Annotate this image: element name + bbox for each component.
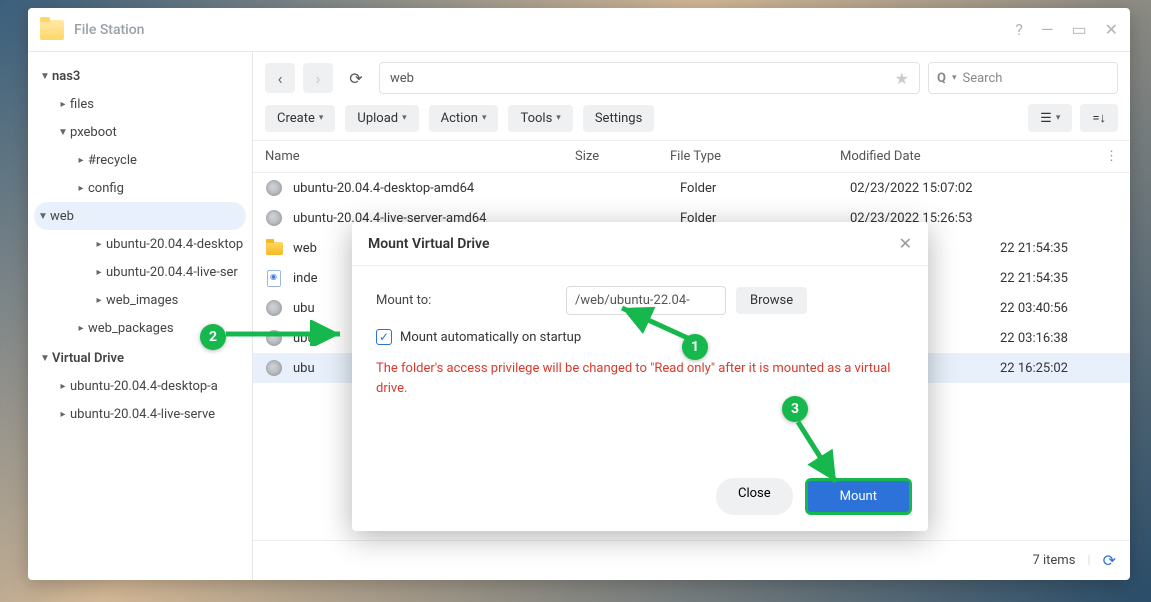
table-row[interactable]: ubuntu-20.04.4-desktop-amd64Folder02/23/…: [253, 173, 1130, 203]
help-icon[interactable]: ?: [1015, 22, 1023, 38]
caret-right-icon: ▸: [56, 409, 70, 420]
mount-button[interactable]: Mount: [805, 478, 912, 515]
refresh-button[interactable]: ⟳: [341, 63, 371, 93]
caret-down-icon: ▼: [56, 127, 70, 138]
favorite-star-icon[interactable]: ★: [895, 69, 909, 88]
folder-icon: [265, 239, 283, 257]
tree-item-files[interactable]: ▸files: [28, 90, 252, 118]
action-button[interactable]: Action▾: [429, 105, 499, 132]
view-list-button[interactable]: ☰▾: [1028, 104, 1072, 132]
back-button[interactable]: ‹: [265, 63, 295, 93]
annotation-2: 2: [200, 324, 226, 350]
create-button[interactable]: Create▾: [265, 105, 335, 132]
tree-item-web[interactable]: ▼web: [34, 202, 246, 230]
path-text: web: [390, 71, 414, 86]
status-bar: 7 items | ⟳: [253, 540, 1130, 580]
auto-mount-label: Mount automatically on startup: [400, 330, 581, 345]
tree-item-pxeboot[interactable]: ▼pxeboot: [28, 118, 252, 146]
titlebar: File Station ? — ▭ ✕: [28, 8, 1130, 52]
mount-to-input[interactable]: [566, 286, 726, 315]
disc-icon: [265, 299, 283, 317]
annotation-1: 1: [682, 334, 708, 360]
caret-down-icon: ▼: [38, 71, 52, 82]
reload-icon[interactable]: ⟳: [1103, 551, 1116, 570]
tree-item-ubuntu-desktop[interactable]: ▸ubuntu-20.04.4-desktop: [28, 230, 252, 258]
disc-icon: [265, 329, 283, 347]
forward-button[interactable]: ›: [303, 63, 333, 93]
tree-item-recycle[interactable]: ▸#recycle: [28, 146, 252, 174]
auto-mount-checkbox[interactable]: ✓: [376, 329, 392, 345]
search-placeholder: Search: [963, 71, 1003, 86]
search-input[interactable]: Q ▾ Search: [928, 62, 1118, 94]
chevron-down-icon: ▾: [319, 113, 324, 123]
col-modified[interactable]: Modified Date: [840, 149, 1098, 164]
close-button[interactable]: Close: [716, 478, 793, 515]
tree-vitem-0[interactable]: ▸ubuntu-20.04.4-desktop-a: [28, 372, 252, 400]
caret-right-icon: ▸: [92, 267, 106, 278]
caret-right-icon: ▸: [92, 295, 106, 306]
chevron-down-icon: ▾: [556, 113, 561, 123]
caret-right-icon: ▸: [74, 323, 88, 334]
mount-virtual-drive-dialog: Mount Virtual Drive ✕ Mount to: Browse ✓…: [352, 222, 928, 531]
maximize-icon[interactable]: ▭: [1071, 22, 1086, 38]
col-menu-icon[interactable]: ⋮: [1098, 149, 1118, 164]
app-title: File Station: [74, 22, 144, 38]
file-icon: [265, 269, 283, 287]
tree-item-web-images[interactable]: ▸web_images: [28, 286, 252, 314]
caret-down-icon: ▼: [36, 211, 50, 222]
tree-root[interactable]: ▼ nas3: [28, 62, 252, 90]
caret-right-icon: ▸: [56, 381, 70, 392]
dialog-title: Mount Virtual Drive: [368, 236, 490, 252]
tree-item-ubuntu-liveserver[interactable]: ▸ubuntu-20.04.4-live-ser: [28, 258, 252, 286]
tools-button[interactable]: Tools▾: [508, 105, 572, 132]
table-header: Name Size File Type Modified Date ⋮: [253, 141, 1130, 173]
minimize-icon[interactable]: —: [1041, 22, 1054, 38]
col-type[interactable]: File Type: [670, 149, 840, 164]
chevron-down-icon: ▾: [482, 113, 487, 123]
tree-item-config[interactable]: ▸config: [28, 174, 252, 202]
item-count: 7 items: [1032, 553, 1075, 568]
dialog-close-icon[interactable]: ✕: [899, 234, 912, 253]
disc-icon: [265, 209, 283, 227]
chevron-down-icon: ▾: [952, 73, 957, 83]
app-icon: [40, 20, 64, 40]
path-input[interactable]: web ★: [379, 62, 920, 94]
col-size[interactable]: Size: [575, 149, 670, 164]
tree-vitem-1[interactable]: ▸ubuntu-20.04.4-live-serve: [28, 400, 252, 428]
caret-right-icon: ▸: [92, 239, 106, 250]
caret-right-icon: ▸: [74, 183, 88, 194]
caret-right-icon: ▸: [74, 155, 88, 166]
annotation-3: 3: [782, 396, 808, 422]
settings-button[interactable]: Settings: [583, 105, 654, 132]
disc-icon: [265, 179, 283, 197]
browse-button[interactable]: Browse: [736, 287, 807, 314]
chevron-down-icon: ▾: [402, 113, 407, 123]
close-icon[interactable]: ✕: [1105, 22, 1118, 38]
caret-right-icon: ▸: [56, 99, 70, 110]
mount-to-label: Mount to:: [376, 293, 556, 308]
search-icon: Q: [937, 71, 946, 86]
sort-button[interactable]: =↓: [1080, 104, 1118, 132]
caret-down-icon: ▼: [38, 353, 52, 364]
upload-button[interactable]: Upload▾: [345, 105, 418, 132]
warning-text: The folder's access privilege will be ch…: [376, 359, 896, 398]
sidebar: ▼ nas3 ▸files ▼pxeboot ▸#recycle ▸config…: [28, 52, 253, 580]
disc-icon: [265, 359, 283, 377]
col-name[interactable]: Name: [265, 149, 575, 164]
